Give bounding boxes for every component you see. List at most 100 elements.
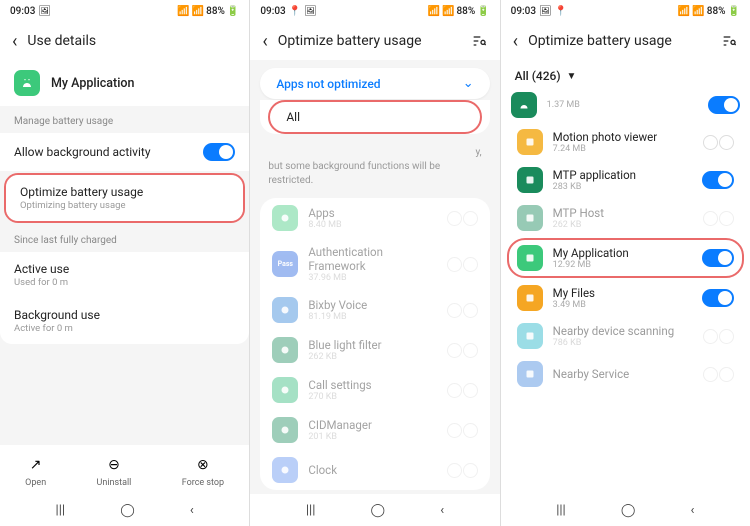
app-icon <box>272 457 298 483</box>
app-row[interactable]: MTP application283 KB <box>507 161 744 199</box>
uninstall-icon: ⊖ <box>104 455 124 475</box>
active-use-row: Active use Used for 0 m <box>0 252 249 298</box>
status-image-icon: 🖼 <box>539 6 552 17</box>
page-title: Use details <box>27 33 237 49</box>
back-icon[interactable]: ‹ <box>513 31 518 52</box>
app-size: 262 KB <box>553 220 693 230</box>
app-icon <box>272 297 298 323</box>
dd-all-highlight: All <box>268 100 481 134</box>
app-toggle[interactable] <box>708 96 740 114</box>
optimize-battery-row[interactable]: Optimize battery usage Optimizing batter… <box>6 175 243 221</box>
allow-bg-toggle[interactable] <box>203 143 235 161</box>
app-icon <box>517 361 543 387</box>
allow-background-row[interactable]: Allow background activity <box>0 133 249 171</box>
app-size: 8.40 MB <box>308 220 436 230</box>
status-signal-icon: 📶 <box>692 6 704 17</box>
app-size: 1.37 MB <box>547 100 698 110</box>
app-row[interactable]: Nearby device scanning786 KB <box>507 317 744 355</box>
back-icon[interactable]: ‹ <box>12 31 17 52</box>
app-toggle-disabled <box>703 329 734 344</box>
app-name: My Files <box>553 286 692 300</box>
app-icon <box>517 167 543 193</box>
app-size: 37.96 MB <box>308 273 436 283</box>
app-row[interactable]: Apps8.40 MB <box>260 198 489 238</box>
active-use-sub: Used for 0 m <box>14 277 235 288</box>
status-time: 09:03 <box>260 6 285 17</box>
partial-app-row[interactable]: 1.37 MB <box>501 92 750 123</box>
app-toggle-disabled <box>447 211 478 226</box>
nav-recents[interactable]: ||| <box>306 503 316 518</box>
app-size: 283 KB <box>553 182 692 192</box>
app-size: 270 KB <box>308 392 436 402</box>
app-name: Clock <box>308 463 436 477</box>
status-bar: 09:03🖼 📶📶88%🔋 <box>0 0 249 22</box>
app-name: Nearby Service <box>553 367 693 381</box>
app-row[interactable]: CIDManager201 KB <box>260 410 489 450</box>
app-toggle-disabled <box>703 211 734 226</box>
app-row[interactable]: Blue light filter262 KB <box>260 330 489 370</box>
header: ‹ Use details <box>0 22 249 60</box>
filter-label: All (426) <box>515 69 561 83</box>
nav-home[interactable]: ◯ <box>120 503 135 518</box>
app-name: Authentication Framework <box>308 245 436 273</box>
chevron-down-icon: ▼ <box>567 71 577 82</box>
app-row[interactable]: Clock <box>260 450 489 490</box>
app-toggle[interactable] <box>702 171 734 189</box>
app-name: MTP application <box>553 168 692 182</box>
phone-screen-2: 09:03📍🖼 📶📶88%🔋 ‹ Optimize battery usage … <box>249 0 499 526</box>
app-icon <box>517 129 543 155</box>
app-toggle[interactable] <box>702 289 734 307</box>
bottom-actions: ↗Open ⊖Uninstall ⊗Force stop <box>0 445 249 494</box>
force-stop-icon: ⊗ <box>193 455 213 475</box>
app-icon <box>517 205 543 231</box>
app-name: MTP Host <box>553 206 693 220</box>
filter-dropdown[interactable]: Apps not optimized ⌄ <box>260 68 489 99</box>
app-row[interactable]: Motion photo viewer7.24 MB <box>507 123 744 161</box>
nav-home[interactable]: ◯ <box>621 503 636 518</box>
phone-screen-3: 09:03🖼📍 📶📶88%🔋 ‹ Optimize battery usage … <box>500 0 750 526</box>
nav-home[interactable]: ◯ <box>371 503 386 518</box>
app-icon <box>517 245 543 271</box>
allow-bg-label: Allow background activity <box>14 145 195 159</box>
app-toggle-disabled <box>447 343 478 358</box>
nav-back[interactable]: ‹ <box>190 503 194 518</box>
app-row[interactable]: Bixby Voice81.19 MB <box>260 290 489 330</box>
app-row-highlighted[interactable]: My Application12.92 MB <box>507 238 744 278</box>
nav-back[interactable]: ‹ <box>691 503 695 518</box>
app-row[interactable]: Pass Authentication Framework37.96 MB <box>260 238 489 290</box>
app-row[interactable]: Call settings270 KB <box>260 370 489 410</box>
uninstall-button[interactable]: ⊖Uninstall <box>97 455 132 488</box>
nav-back[interactable]: ‹ <box>440 503 444 518</box>
app-name: Blue light filter <box>308 338 436 352</box>
app-row[interactable]: My Files3.49 MB <box>507 279 744 317</box>
status-wifi-icon: 📶 <box>678 6 690 17</box>
filter-bar[interactable]: All (426) ▼ <box>501 60 750 92</box>
app-icon <box>272 205 298 231</box>
section-label-manage: Manage battery usage <box>0 106 249 133</box>
app-icon <box>511 92 537 118</box>
back-icon[interactable]: ‹ <box>262 31 267 52</box>
dropdown-item-all[interactable]: All <box>270 102 479 132</box>
open-button[interactable]: ↗Open <box>25 455 46 488</box>
status-time: 09:03 <box>511 6 536 17</box>
app-name: Apps <box>308 206 436 220</box>
app-icon: Pass <box>272 251 298 277</box>
app-toggle[interactable] <box>702 249 734 267</box>
header: ‹ Optimize battery usage <box>501 22 750 60</box>
nav-bar: ||| ◯ ‹ <box>0 494 249 526</box>
status-wifi-icon: 📶 <box>428 6 440 17</box>
nav-recents[interactable]: ||| <box>556 503 566 518</box>
app-list: Apps8.40 MB Pass Authentication Framework3… <box>260 198 489 490</box>
app-size: 12.92 MB <box>553 260 692 270</box>
force-stop-button[interactable]: ⊗Force stop <box>182 455 224 488</box>
description-text: y,but some background functions will be … <box>250 138 499 198</box>
app-row[interactable]: MTP Host262 KB <box>507 199 744 237</box>
app-row[interactable]: Nearby Service <box>507 355 744 393</box>
nav-recents[interactable]: ||| <box>56 503 66 518</box>
status-signal-icon: 📶 <box>192 6 204 17</box>
nav-bar: ||| ◯ ‹ <box>250 494 499 526</box>
status-wifi-icon: 📶 <box>177 6 189 17</box>
search-filter-icon[interactable] <box>470 32 488 50</box>
search-filter-icon[interactable] <box>720 32 738 50</box>
optimize-sub: Optimizing battery usage <box>20 200 229 211</box>
